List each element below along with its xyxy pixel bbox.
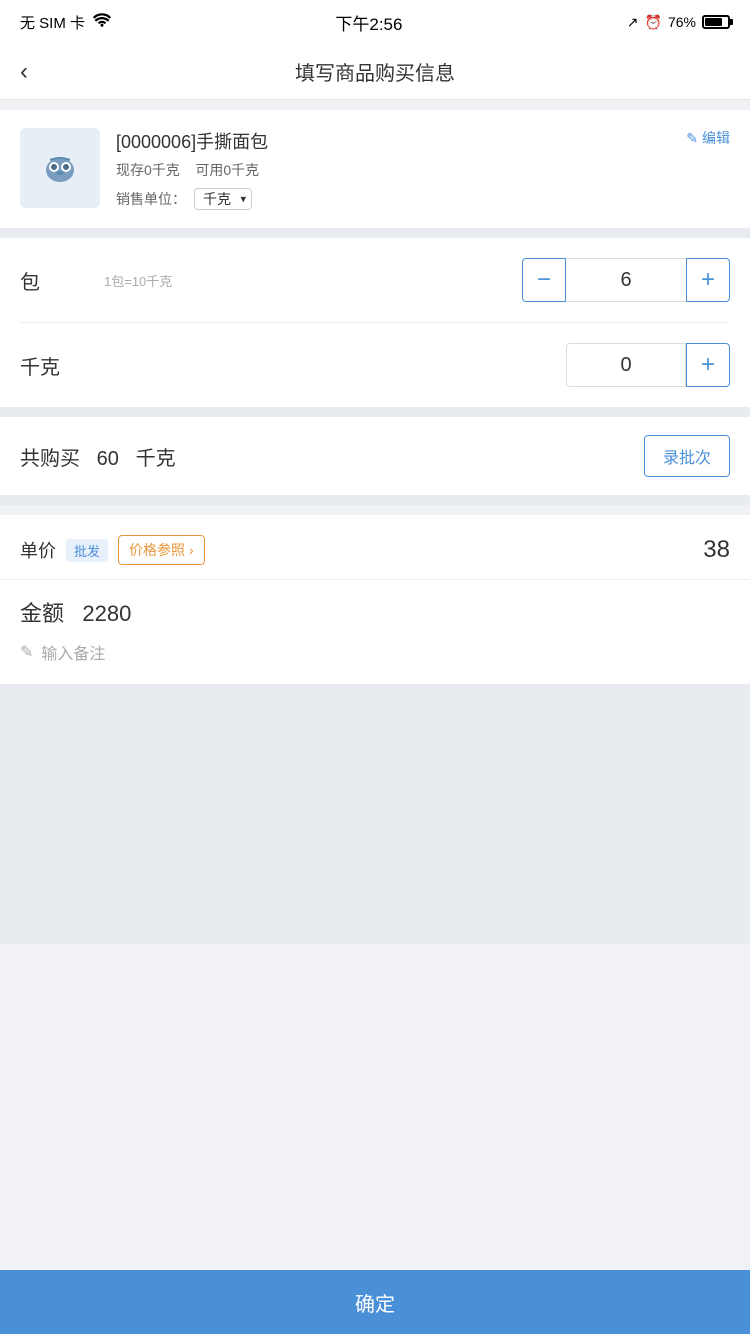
price-ref-label: 价格参照 [129,540,185,560]
alarm-icon: ⏰ [645,14,662,31]
kg-plus-button[interactable]: + [686,343,730,387]
bao-hint: 1包=10千克 [104,271,522,290]
kg-label: 千克 [20,351,100,380]
unit-select[interactable]: 千克 [194,188,252,210]
price-tag: 批发 [66,539,108,562]
amount-value: 2280 [82,601,131,626]
status-left: 无 SIM 卡 [20,12,111,33]
product-card: [0000006]手撕面包 现存0千克 可用0千克 销售单位： 千克 ✎ 编辑 [0,110,750,228]
empty-area [0,684,750,944]
total-text: 共购买 60 千克 [20,442,176,471]
note-placeholder: 输入备注 [41,640,105,664]
unit-label: 销售单位： [116,189,186,209]
status-bar: 无 SIM 卡 下午2:56 ↗ ⏰ 76% [0,0,750,44]
product-info: [0000006]手撕面包 现存0千克 可用0千克 销售单位： 千克 [116,128,670,210]
input-section: 包 1包=10千克 − + 千克 + [0,238,750,407]
amount-row: 金额 2280 [20,596,730,628]
total-amount: 60 [97,448,119,470]
battery-icon [702,15,730,29]
confirm-button[interactable]: 确定 [355,1288,395,1317]
bao-label: 包 [20,266,100,295]
edit-icon: ✎ [686,130,698,147]
section-separator-3 [0,495,750,505]
page-title: 填写商品购买信息 [295,57,455,86]
section-separator-2 [0,407,750,417]
battery-percent: 76% [668,14,696,30]
price-ref-icon: › [189,542,194,558]
kg-qty-control: + [566,343,730,387]
product-name: [0000006]手撕面包 [116,128,670,154]
stock-current: 现存0千克 [116,162,180,178]
price-label: 单价 [20,537,56,563]
confirm-bar[interactable]: 确定 [0,1270,750,1334]
product-stock: 现存0千克 可用0千克 [116,160,670,180]
bao-plus-button[interactable]: + [686,258,730,302]
note-row[interactable]: ✎ 输入备注 [20,640,730,664]
unit-select-wrap[interactable]: 千克 [194,188,252,210]
total-row: 共购买 60 千克 录批次 [0,417,750,495]
amount-label: 金额 [20,601,64,626]
price-row: 单价 批发 价格参照 › 38 [20,535,730,565]
no-sim-text: 无 SIM 卡 [20,12,85,33]
amount-section: 金额 2280 ✎ 输入备注 [0,579,750,684]
bao-row: 包 1包=10千克 − + [20,238,730,323]
product-thumbnail [20,128,100,208]
status-right: ↗ ⏰ 76% [627,14,730,31]
price-section: 单价 批发 价格参照 › 38 [0,515,750,579]
batch-button[interactable]: 录批次 [644,435,730,477]
price-ref-button[interactable]: 价格参照 › [118,535,205,565]
section-separator-1 [0,228,750,238]
edit-label: 编辑 [702,128,730,148]
nav-bar: ‹ 填写商品购买信息 [0,44,750,100]
edit-button[interactable]: ✎ 编辑 [686,128,730,148]
kg-qty-input[interactable] [566,343,686,387]
total-label: 共购买 [20,448,80,470]
location-icon: ↗ [627,14,639,31]
bao-minus-button[interactable]: − [522,258,566,302]
stock-available: 可用0千克 [195,162,259,178]
bao-qty-input[interactable] [566,258,686,302]
total-unit: 千克 [136,448,176,470]
kg-row: 千克 + [20,323,730,407]
price-value: 38 [703,536,730,564]
product-unit-row: 销售单位： 千克 [116,188,670,210]
bao-qty-control: − + [522,258,730,302]
wifi-icon [93,13,111,31]
note-icon: ✎ [20,642,33,662]
back-button[interactable]: ‹ [20,60,28,84]
status-time: 下午2:56 [335,10,402,35]
